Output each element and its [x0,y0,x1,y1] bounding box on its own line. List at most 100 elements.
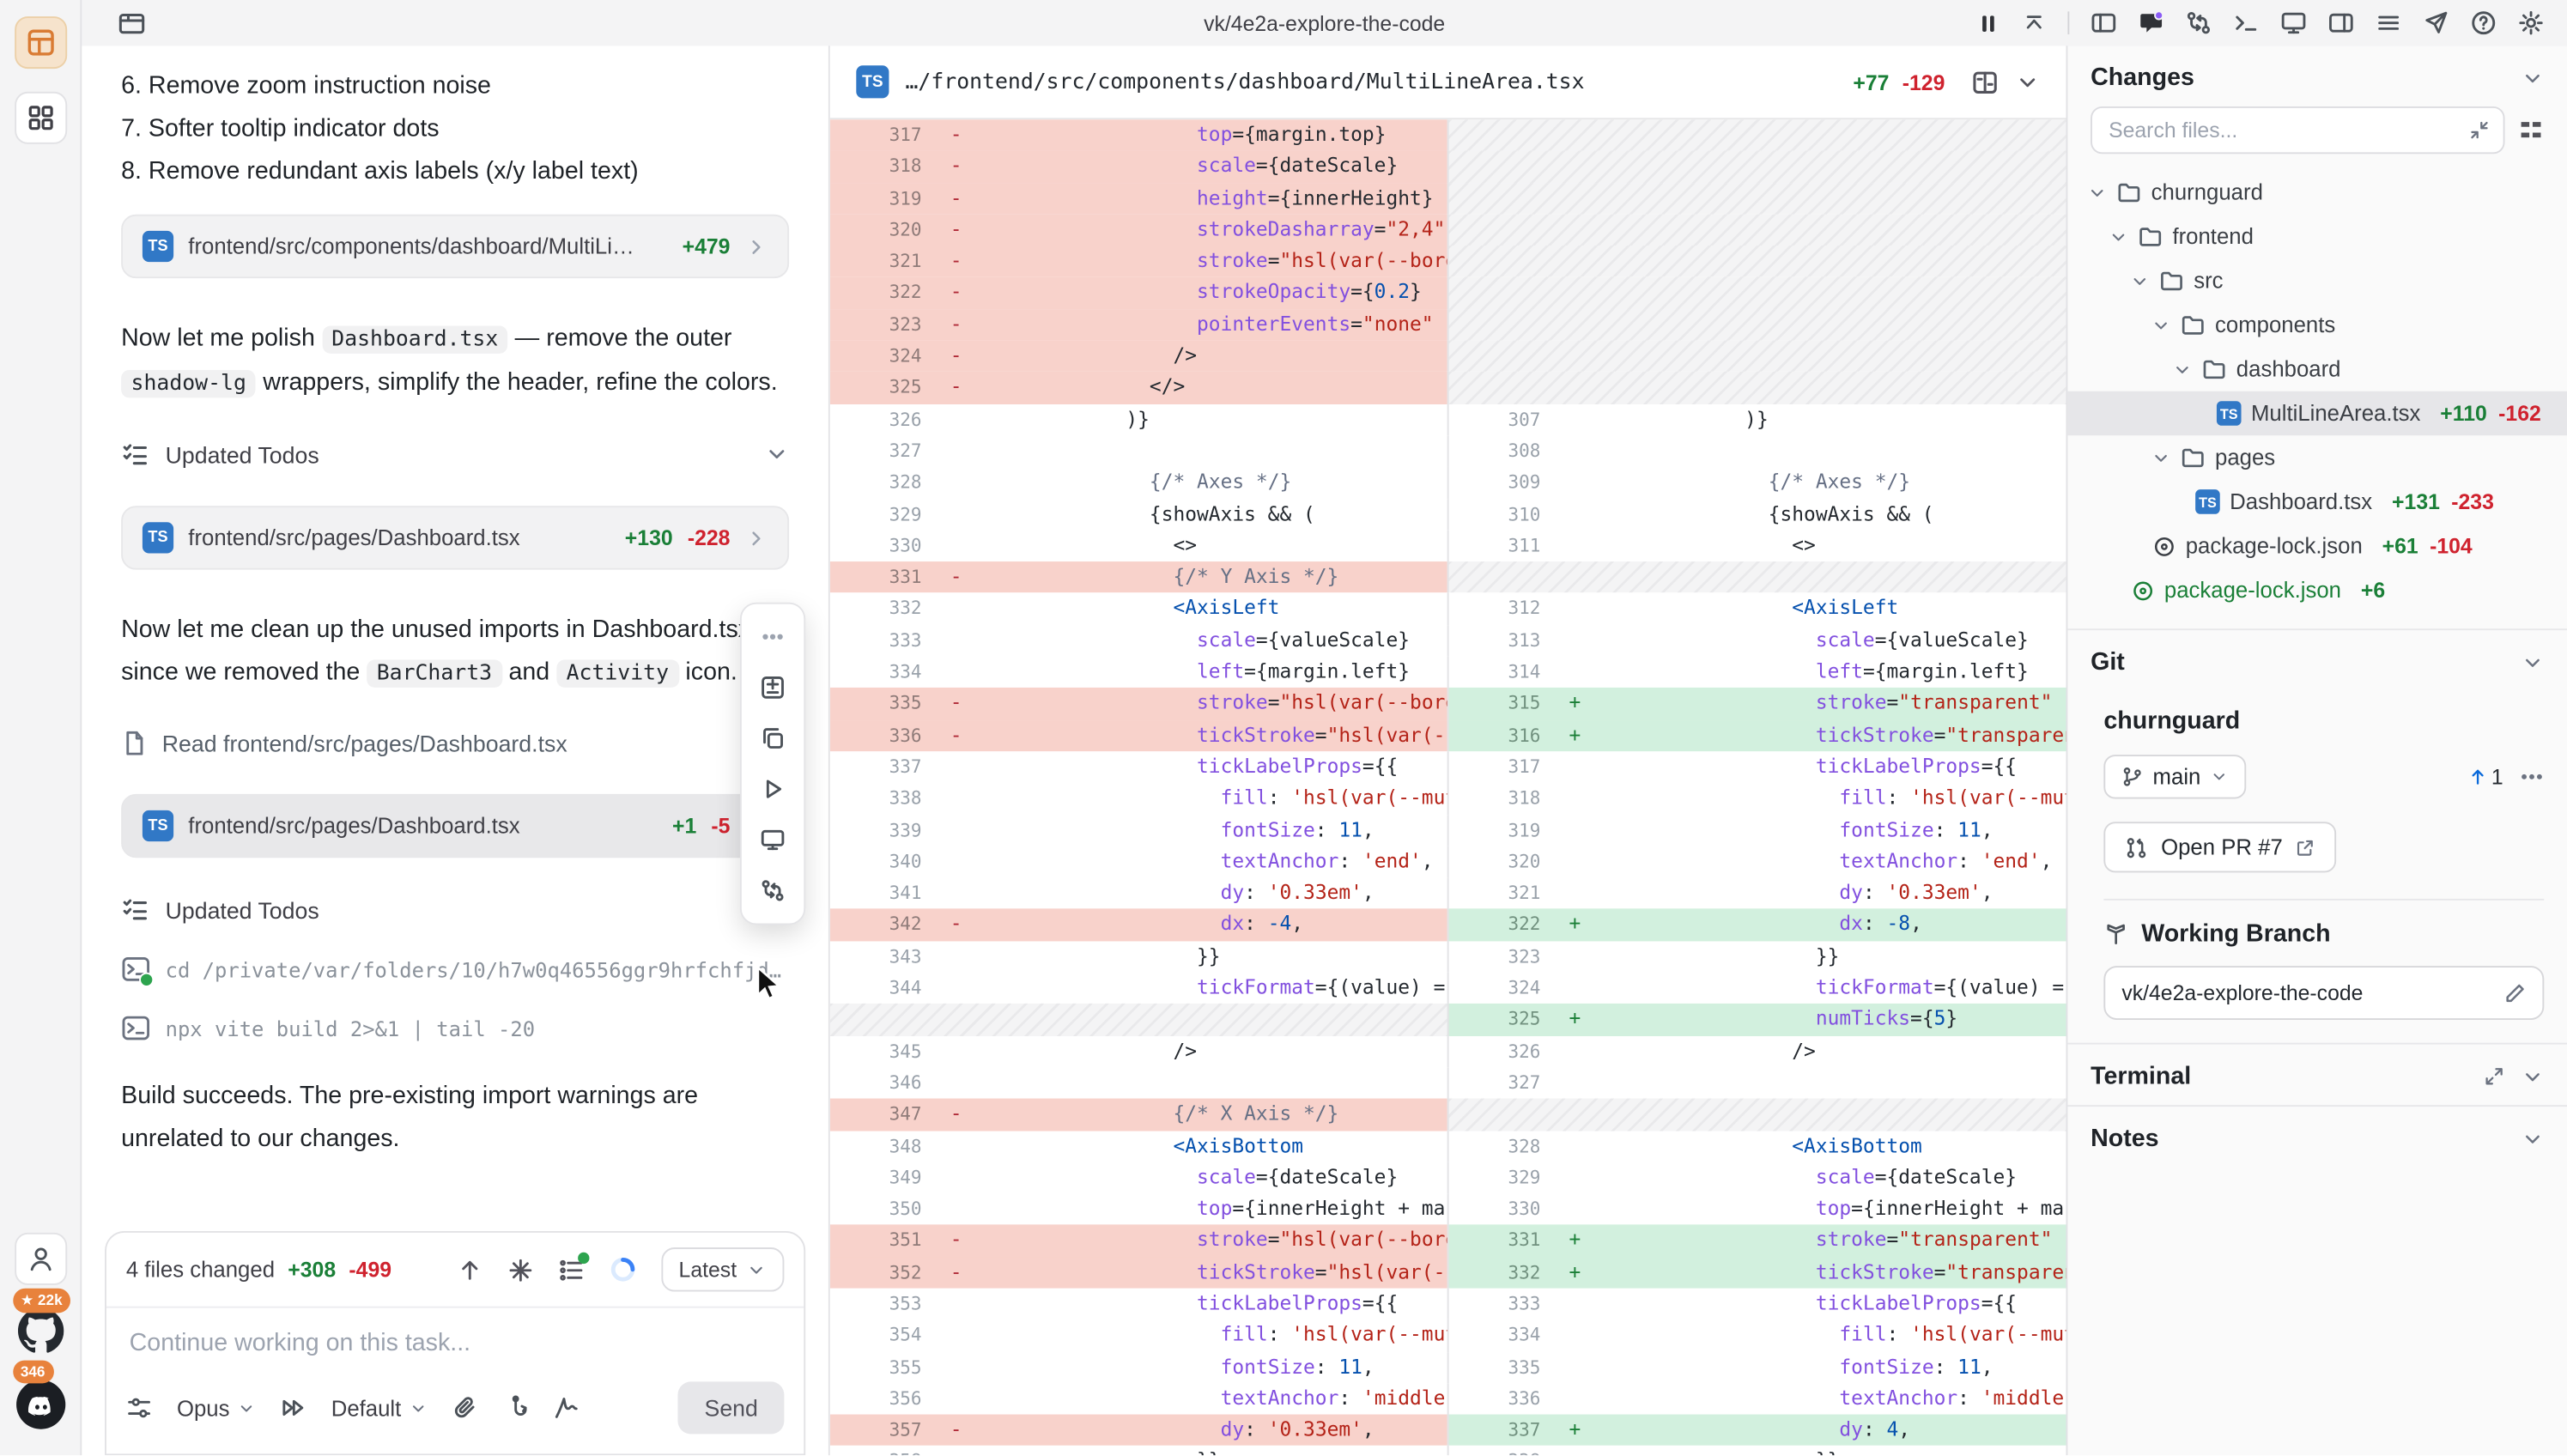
diff-row[interactable]: 343 }}323 }} [830,941,2066,973]
app-logo-button[interactable] [14,16,66,69]
monitor-icon[interactable] [749,817,795,863]
tree-folder-churnguard[interactable]: churnguard [2067,170,2567,214]
diff-row[interactable]: 320- strokeDasharray="2,4" [830,215,2066,246]
terminal-section-header[interactable]: Terminal [2067,1043,2567,1105]
tree-view-icon[interactable] [2518,117,2545,143]
diff-row[interactable]: 333 scale={valueScale}313 scale={valueSc… [830,625,2066,657]
snapshot-icon[interactable] [507,1257,533,1283]
diff-row[interactable]: 324- /> [830,341,2066,373]
model-dropdown[interactable]: Opus [177,1396,256,1421]
play-icon[interactable] [749,766,795,811]
diff-row[interactable]: 335- stroke="hsl(var(--border))"315+ str… [830,689,2066,720]
commits-ahead[interactable]: 1 [2467,765,2503,790]
attach-icon[interactable] [452,1395,478,1422]
diff-row[interactable]: 340 textAnchor: 'end',320 textAnchor: 'e… [830,846,2066,878]
diff-row[interactable]: 341 dy: '0.33em',321 dy: '0.33em', [830,877,2066,909]
tree-folder-components[interactable]: components [2067,303,2567,347]
settings-sliders-icon[interactable] [126,1395,153,1422]
open-pr-button[interactable]: Open PR #7 [2103,822,2336,872]
diff-row[interactable]: 355 fontSize: 11,335 fontSize: 11, [830,1351,2066,1383]
diff-row[interactable]: 331- {/* Y Axis */} [830,561,2066,593]
diff-row[interactable]: 354 fill: 'hsl(var(--muted-foreground))'… [830,1320,2066,1351]
diff-row[interactable]: 317- top={margin.top} [830,119,2066,151]
diff-row[interactable]: 348 <AxisBottom328 <AxisBottom [830,1131,2066,1162]
file-diff-chip[interactable]: TS frontend/src/components/dashboard/Mul… [121,215,789,278]
diff-row[interactable]: 327308 [830,435,2066,467]
changes-status-bar[interactable]: 4 files changed +308 -499 Latest [106,1233,804,1308]
diff-row[interactable]: 321- stroke="hsl(var(--border))" [830,246,2066,277]
chat-bubble-icon[interactable] [2138,9,2164,36]
diff-row[interactable]: 325- </> [830,373,2066,404]
diff-row[interactable]: 345 />326 /> [830,1035,2066,1067]
board-button[interactable] [14,92,66,144]
diff-row[interactable]: 323- pointerEvents="none" [830,309,2066,341]
expand-icon[interactable] [2484,1065,2505,1087]
edit-pencil-icon[interactable] [2503,981,2527,1004]
diff-row[interactable]: 351- stroke="hsl(var(--border))"331+ str… [830,1225,2066,1257]
diff-row[interactable]: 350 top={innerHeight + margin.top}330 to… [830,1193,2066,1225]
git-compare-icon[interactable] [2186,9,2212,36]
profile-button[interactable] [14,1233,66,1285]
tree-file-MultiLineArea.tsx[interactable]: TSMultiLineArea.tsx+110-162 [2067,391,2567,435]
scroll-up-icon[interactable] [456,1257,482,1283]
monitor-icon[interactable] [2280,9,2307,36]
diff-row[interactable]: 349 scale={dateScale}329 scale={dateScal… [830,1162,2066,1194]
diff-row[interactable]: 344 tickFormat={(value) =324 tickFormat=… [830,973,2066,1004]
message-input[interactable] [106,1308,804,1370]
updated-todos-row[interactable]: Updated Todos [121,895,789,923]
copy-icon[interactable] [749,715,795,761]
diff-row[interactable]: 346327 [830,1067,2066,1099]
more-options-icon[interactable] [2520,765,2545,790]
tree-folder-pages[interactable]: pages [2067,435,2567,479]
diff-row[interactable]: 328 {/* Axes */}309 {/* Axes */} [830,467,2066,499]
diff-row[interactable]: 356 textAnchor: 'middle',336 textAnchor:… [830,1383,2066,1415]
diff-row[interactable]: 322- strokeOpacity={0.2} [830,277,2066,309]
diff-row[interactable]: 358 }}338 }} [830,1447,2066,1456]
changes-section-header[interactable]: Changes [2067,46,2567,106]
panel-right-icon[interactable] [2328,9,2355,36]
help-icon[interactable] [2470,9,2497,36]
tree-file-Dashboard.tsx[interactable]: TSDashboard.tsx+131-233 [2067,480,2567,524]
collapse-icon[interactable] [2022,10,2047,35]
tree-folder-dashboard[interactable]: dashboard [2067,347,2567,391]
read-file-row[interactable]: Read frontend/src/pages/Dashboard.tsx [121,730,789,756]
branch-dropdown[interactable]: main [2103,755,2246,798]
pause-icon[interactable] [1976,10,2001,35]
terminal-command-row[interactable]: cd /private/var/folders/10/h7w0q46556ggr… [121,955,789,984]
diff-row[interactable]: 318- scale={dateScale} [830,151,2066,183]
search-input[interactable] [2105,116,2459,143]
notes-section-header[interactable]: Notes [2067,1105,2567,1167]
latest-dropdown[interactable]: Latest [661,1247,785,1291]
tree-file-package-lock.json[interactable]: package-lock.json+6 [2067,568,2567,612]
tree-file-package-lock.json[interactable]: package-lock.json+61-104 [2067,524,2567,567]
dots-menu-icon[interactable] [749,614,795,659]
file-diff-chip[interactable]: TS frontend/src/pages/Dashboard.tsx +1 -… [121,794,789,858]
window-tabs-icon[interactable] [118,9,145,36]
diff-row[interactable]: 332 <AxisLeft312 <AxisLeft [830,593,2066,625]
updated-todos-row[interactable]: Updated Todos [121,440,789,468]
panel-left-icon[interactable] [2091,9,2117,36]
tree-folder-src[interactable]: src [2067,258,2567,302]
git-section-header[interactable]: Git [2067,628,2567,690]
diff-row[interactable]: 352- tickStroke="hsl(var(--border))"332+… [830,1257,2066,1289]
diff-icon[interactable] [749,664,795,710]
collapse-diff-icon[interactable] [2469,119,2491,141]
signature-icon[interactable] [554,1395,580,1422]
diff-row[interactable]: 357- dy: '0.33em',337+ dy: 4, [830,1415,2066,1447]
diff-row[interactable]: 336- tickStroke="hsl(var(--border))"316+… [830,719,2066,751]
chevron-down-icon[interactable] [2015,70,2040,94]
file-diff-chip[interactable]: TS frontend/src/pages/Dashboard.tsx +130… [121,506,789,569]
terminal-command-row[interactable]: npx vite build 2>&1 | tail -20 [121,1013,789,1042]
diff-row[interactable]: 326 )}307 )} [830,403,2066,435]
menu-icon[interactable] [2376,9,2402,36]
tree-folder-frontend[interactable]: frontend [2067,215,2567,258]
share-icon[interactable] [2423,9,2449,36]
diff-row[interactable]: 347- {/* X Axis */} [830,1099,2066,1131]
hook-icon[interactable] [503,1395,530,1422]
diff-row[interactable]: 353 tickLabelProps={{333 tickLabelProps=… [830,1289,2066,1320]
split-view-icon[interactable] [1971,68,1999,95]
diff-row[interactable]: 325+ numTicks={5} [830,1004,2066,1036]
diff-row[interactable]: 337 tickLabelProps={{317 tickLabelProps=… [830,751,2066,783]
send-button[interactable]: Send [678,1381,784,1434]
mode-dropdown[interactable]: Default [331,1396,428,1421]
